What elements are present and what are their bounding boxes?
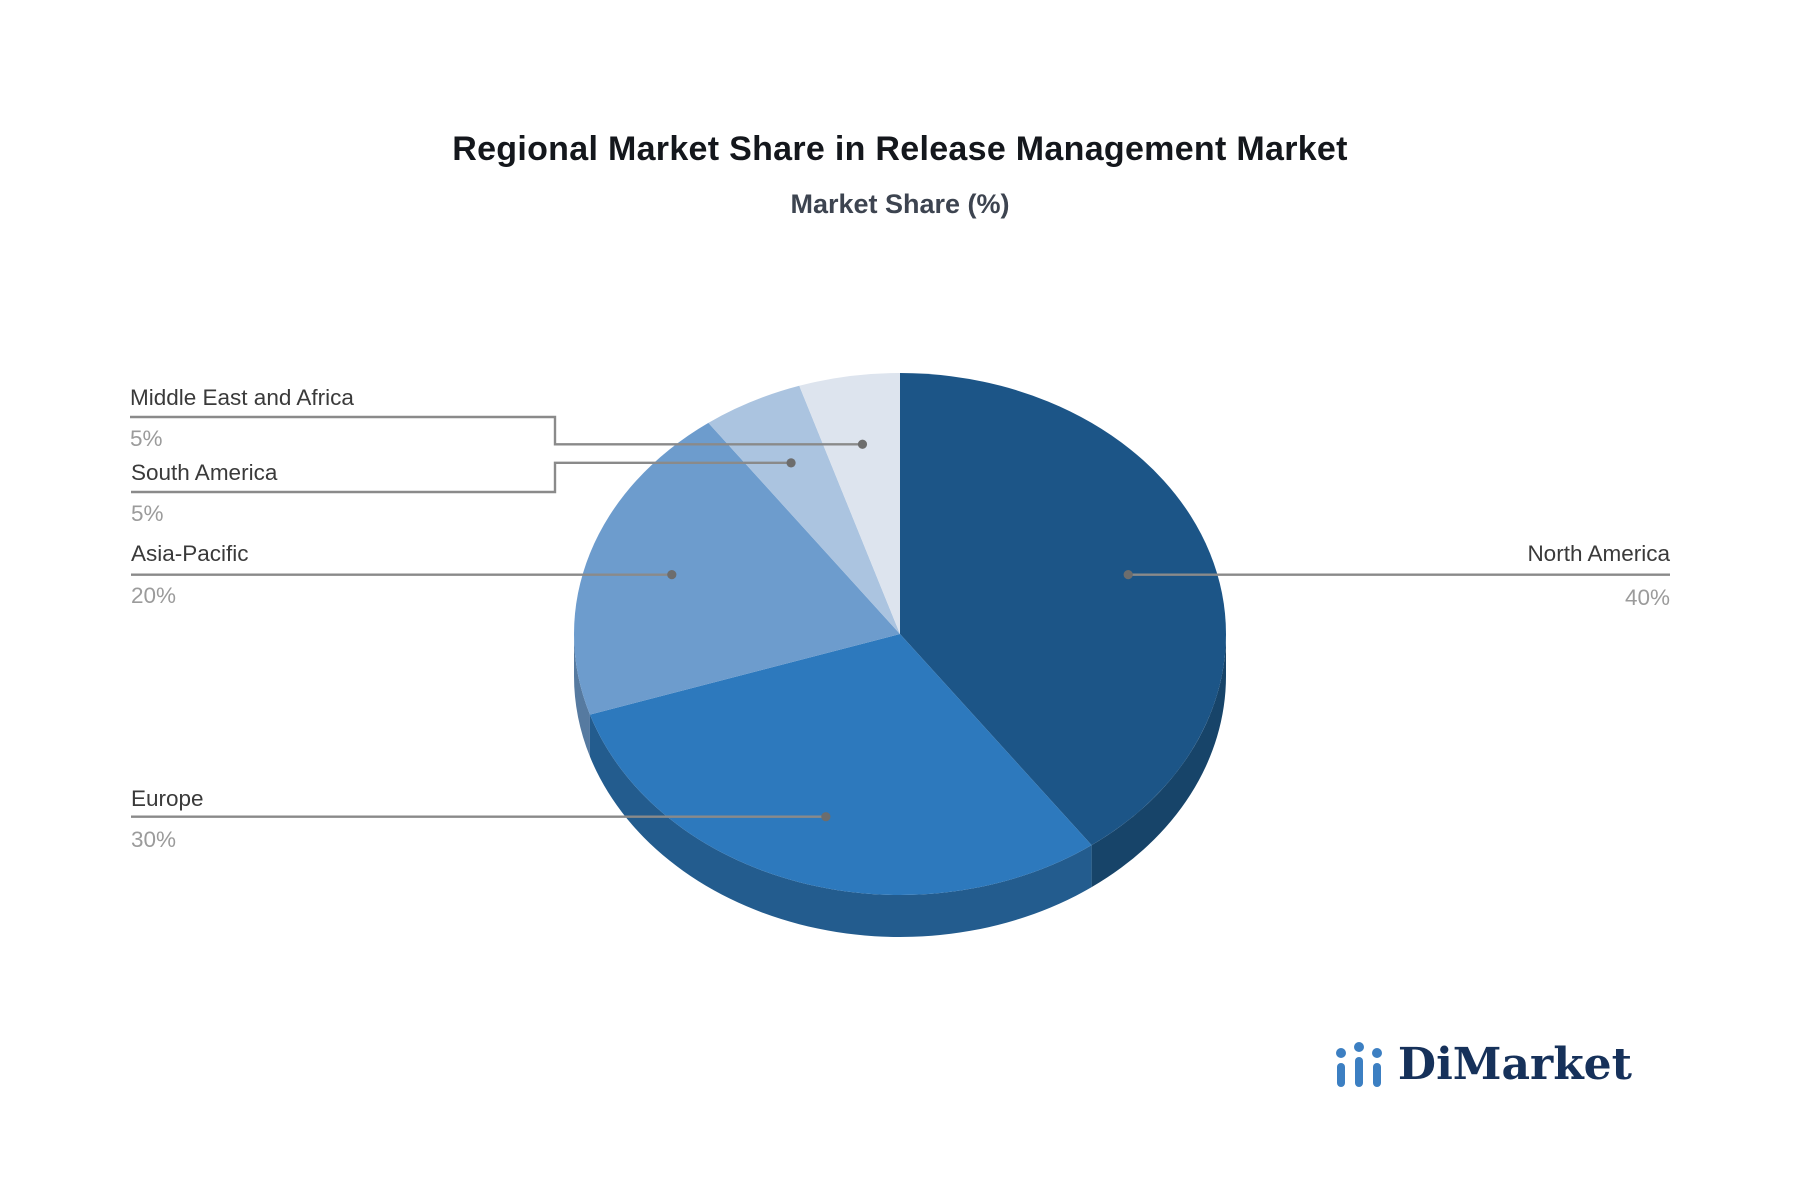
dimarket-logo: DiMarket: [1332, 1038, 1632, 1092]
leader-dot-south-america: [786, 458, 796, 468]
slice-label-north-america: North America: [1527, 541, 1670, 566]
slice-label-asia-pacific: Asia-Pacific: [131, 541, 249, 566]
slice-label-south-america: South America: [131, 460, 278, 485]
slice-value-asia-pacific: 20%: [131, 583, 176, 608]
chart-canvas: Regional Market Share in Release Managem…: [0, 0, 1800, 1196]
dimarket-wordmark: DiMarket: [1397, 1039, 1632, 1090]
dimarket-icon: [1335, 1042, 1382, 1087]
leader-dot-middle-east-and-africa: [857, 439, 868, 449]
pie-chart: North America 40% Europe 30% Asia-Pacific 20%…: [130, 373, 1670, 937]
slice-label-europe: Europe: [131, 786, 204, 811]
slice-value-south-america: 5%: [131, 501, 164, 526]
leader-dot-asia-pacific: [667, 570, 677, 580]
slice-label-middle-east-and-africa: Middle East and Africa: [130, 385, 354, 410]
slice-value-middle-east-and-africa: 5%: [130, 426, 163, 451]
leader-dot-europe: [821, 812, 831, 822]
leader-dot-north-america: [1123, 570, 1133, 580]
slice-value-north-america: 40%: [1625, 585, 1670, 610]
slice-value-europe: 30%: [131, 827, 176, 852]
